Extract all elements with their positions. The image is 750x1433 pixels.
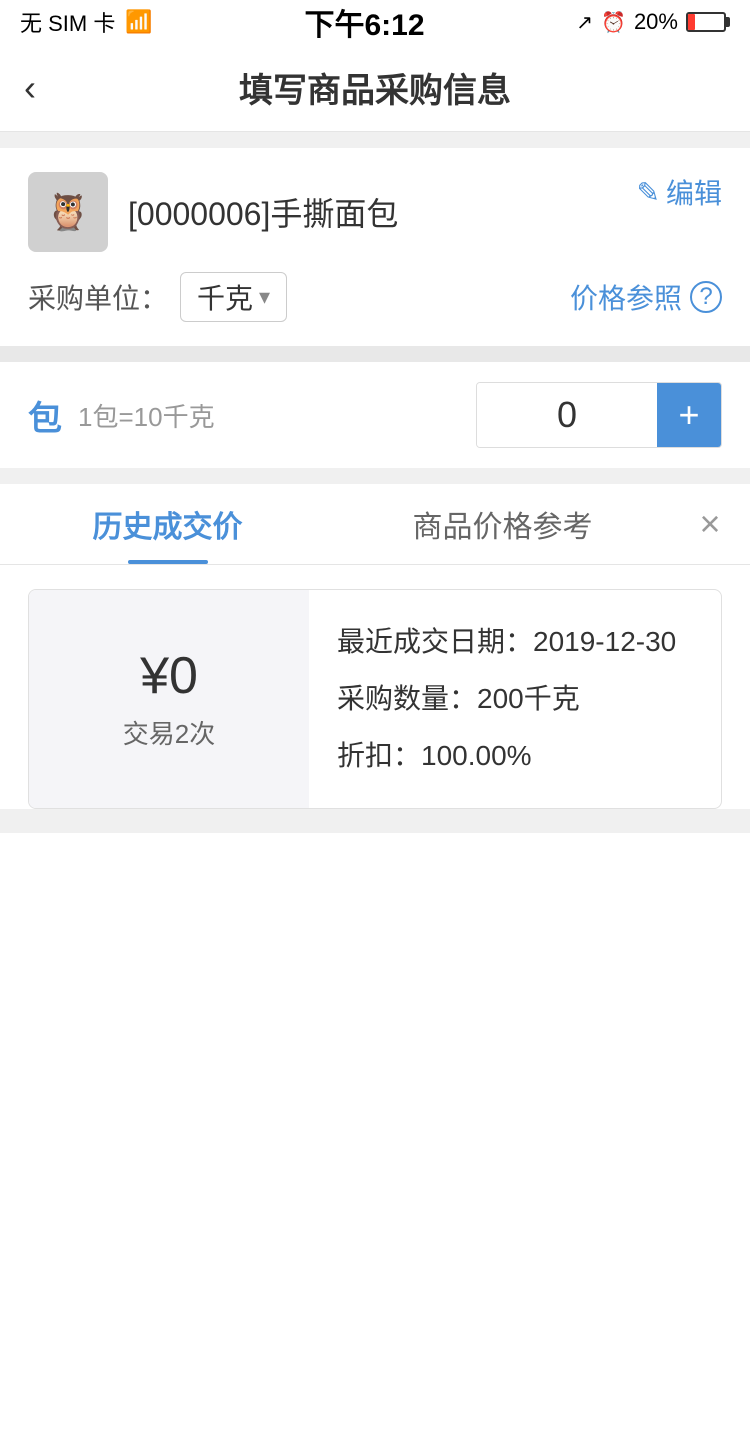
back-button[interactable]: ‹ <box>24 67 36 109</box>
status-right: ↗ ⏰ 20% <box>576 9 730 35</box>
product-thumbnail: 🦉 <box>28 172 108 252</box>
history-card-right: 最近成交日期：2019-12-30 采购数量：200千克 折扣：100.00% <box>309 590 721 808</box>
wifi-icon: 📶 <box>125 9 152 35</box>
discount-label: 折扣： <box>337 740 421 771</box>
tab-price-reference[interactable]: 商品价格参考 <box>335 484 670 564</box>
quantity-plus-button[interactable]: + <box>657 383 721 447</box>
discount-row: 折扣：100.00% <box>337 736 693 775</box>
quantity-row: 包 1包=10千克 + <box>0 362 750 468</box>
history-price: ¥0 <box>140 646 198 706</box>
status-left: 无 SIM 卡 📶 <box>20 6 153 38</box>
sim-label: 无 SIM 卡 <box>20 6 115 38</box>
price-ref-help-icon: ? <box>690 281 722 313</box>
purchase-qty-label: 采购数量： <box>337 683 477 714</box>
edit-button[interactable]: ✎ 编辑 <box>637 172 722 212</box>
history-card-left: ¥0 交易2次 <box>29 590 309 808</box>
edit-icon: ✎ <box>637 176 660 209</box>
bottom-space <box>0 833 750 1433</box>
package-hint: 1包=10千克 <box>78 397 215 434</box>
quantity-left: 包 1包=10千克 <box>28 391 215 440</box>
location-icon: ↗ <box>576 10 593 35</box>
purchase-qty-row: 采购数量：200千克 <box>337 679 693 718</box>
quantity-input[interactable] <box>477 383 657 447</box>
product-meta: 采购单位： 千克 ▾ 价格参照 ? <box>28 272 722 322</box>
price-panel: 历史成交价 商品价格参考 × ¥0 交易2次 最近成交日期：2019-12-30… <box>0 484 750 809</box>
package-label: 包 <box>28 391 62 440</box>
price-ref-label: 价格参照 <box>570 277 682 317</box>
unit-row: 采购单位： 千克 ▾ <box>28 272 287 322</box>
purchase-qty-value: 200千克 <box>477 683 580 714</box>
page-title: 填写商品采购信息 <box>239 63 511 112</box>
recent-date-row: 最近成交日期：2019-12-30 <box>337 622 693 661</box>
discount-value: 100.00% <box>421 740 532 771</box>
unit-label: 采购单位： <box>28 277 168 317</box>
unit-select[interactable]: 千克 ▾ <box>180 272 287 322</box>
status-time: 下午6:12 <box>304 0 424 44</box>
product-header: 🦉 [0000006]手撕面包 ✎ 编辑 <box>28 172 722 252</box>
nav-bar: ‹ 填写商品采购信息 <box>0 44 750 132</box>
panel-tabs: 历史成交价 商品价格参考 × <box>0 484 750 565</box>
battery-icon <box>686 12 730 32</box>
product-card: 🦉 [0000006]手撕面包 ✎ 编辑 采购单位： 千克 ▾ 价格参照 ? <box>0 148 750 346</box>
tab-history-price[interactable]: 历史成交价 <box>0 484 335 564</box>
history-count: 交易2次 <box>123 714 215 751</box>
status-bar: 无 SIM 卡 📶 下午6:12 ↗ ⏰ 20% <box>0 0 750 44</box>
recent-date-value: 2019-12-30 <box>533 626 676 657</box>
section-divider <box>0 346 750 362</box>
price-ref-button[interactable]: 价格参照 ? <box>570 277 722 317</box>
product-left: 🦉 [0000006]手撕面包 <box>28 172 398 252</box>
recent-date-label: 最近成交日期： <box>337 626 533 657</box>
battery-percent: 20% <box>634 9 678 35</box>
product-owl-icon: 🦉 <box>46 191 91 233</box>
unit-value: 千克 <box>197 277 253 317</box>
history-card: ¥0 交易2次 最近成交日期：2019-12-30 采购数量：200千克 折扣：… <box>28 589 722 809</box>
edit-label: 编辑 <box>666 172 722 212</box>
dropdown-icon: ▾ <box>259 284 270 310</box>
panel-close-button[interactable]: × <box>670 484 750 564</box>
alarm-icon: ⏰ <box>601 10 626 35</box>
quantity-input-group: + <box>476 382 722 448</box>
product-name: [0000006]手撕面包 <box>128 189 398 235</box>
